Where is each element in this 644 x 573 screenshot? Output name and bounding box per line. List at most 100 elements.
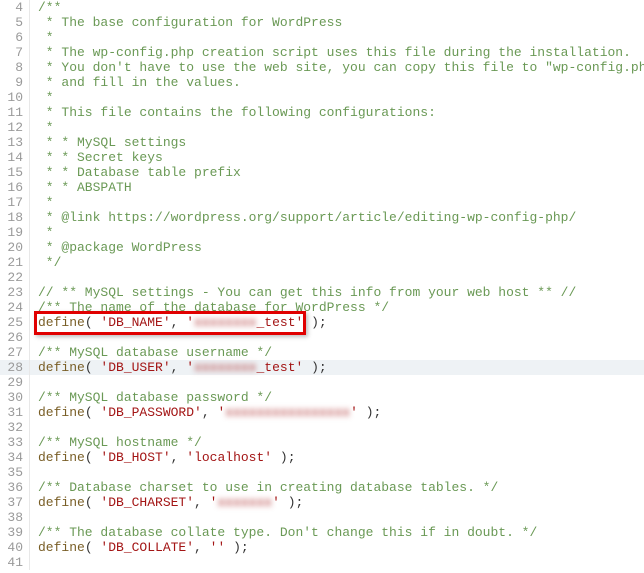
define-value-blurred: xxxxxxx xyxy=(217,495,272,510)
code-line[interactable]: 26 xyxy=(0,330,644,345)
define-keyword: define xyxy=(38,540,85,555)
code-line[interactable]: 36/** Database charset to use in creatin… xyxy=(0,480,644,495)
code-line[interactable]: 8 * You don't have to use the web site, … xyxy=(0,60,644,75)
code-line[interactable]: 16 * * ABSPATH xyxy=(0,180,644,195)
comment-text: * * Database table prefix xyxy=(38,165,241,180)
code-content: */ xyxy=(30,255,644,270)
define-value-blurred: xxxxxxxx xyxy=(194,315,256,330)
paren-close: ); xyxy=(280,495,303,510)
code-line[interactable]: 17 * xyxy=(0,195,644,210)
code-content: * and fill in the values. xyxy=(30,75,644,90)
code-content xyxy=(30,510,644,525)
line-number: 39 xyxy=(0,525,30,540)
comment-text: /** MySQL database username */ xyxy=(38,345,272,360)
code-content: * xyxy=(30,30,644,45)
define-value-blurred: xxxxxxxx xyxy=(194,360,256,375)
line-number: 12 xyxy=(0,120,30,135)
define-key: 'DB_HOST' xyxy=(100,450,170,465)
code-content: define( 'DB_USER', 'xxxxxxxx_test' ); xyxy=(30,360,644,375)
code-content: // ** MySQL settings - You can get this … xyxy=(30,285,644,300)
code-line[interactable]: 13 * * MySQL settings xyxy=(0,135,644,150)
code-line[interactable]: 34define( 'DB_HOST', 'localhost' ); xyxy=(0,450,644,465)
code-line[interactable]: 9 * and fill in the values. xyxy=(0,75,644,90)
code-content: * xyxy=(30,225,644,240)
line-number: 14 xyxy=(0,150,30,165)
code-line[interactable]: 28define( 'DB_USER', 'xxxxxxxx_test' ); xyxy=(0,360,644,375)
code-line[interactable]: 12 * xyxy=(0,120,644,135)
comment-text: * and fill in the values. xyxy=(38,75,241,90)
paren-close: ); xyxy=(225,540,248,555)
line-number: 22 xyxy=(0,270,30,285)
code-line[interactable]: 41 xyxy=(0,555,644,570)
code-line[interactable]: 38 xyxy=(0,510,644,525)
quote-close: ' xyxy=(264,450,272,465)
line-number: 37 xyxy=(0,495,30,510)
code-line[interactable]: 21 */ xyxy=(0,255,644,270)
code-line[interactable]: 10 * xyxy=(0,90,644,105)
code-line[interactable]: 29 xyxy=(0,375,644,390)
code-content xyxy=(30,465,644,480)
code-line[interactable]: 4/** xyxy=(0,0,644,15)
line-number: 10 xyxy=(0,90,30,105)
code-content xyxy=(30,375,644,390)
code-line[interactable]: 7 * The wp-config.php creation script us… xyxy=(0,45,644,60)
code-line[interactable]: 31define( 'DB_PASSWORD', 'xxxxxxxxxxxxxx… xyxy=(0,405,644,420)
comment-text: * xyxy=(38,30,54,45)
code-line[interactable]: 27/** MySQL database username */ xyxy=(0,345,644,360)
code-line[interactable]: 6 * xyxy=(0,30,644,45)
code-line[interactable]: 30/** MySQL database password */ xyxy=(0,390,644,405)
line-number: 23 xyxy=(0,285,30,300)
code-content: define( 'DB_CHARSET', 'xxxxxxx' ); xyxy=(30,495,644,510)
line-number: 29 xyxy=(0,375,30,390)
line-number: 5 xyxy=(0,15,30,30)
code-line[interactable]: 23// ** MySQL settings - You can get thi… xyxy=(0,285,644,300)
comma: , xyxy=(194,540,210,555)
line-number: 25 xyxy=(0,315,30,330)
code-line[interactable]: 15 * * Database table prefix xyxy=(0,165,644,180)
comment-text: * xyxy=(38,90,54,105)
line-number: 35 xyxy=(0,465,30,480)
code-line[interactable]: 39 /** The database collate type. Don't c… xyxy=(0,525,644,540)
comment-text: /** Database charset to use in creating … xyxy=(38,480,498,495)
line-number: 19 xyxy=(0,225,30,240)
code-line[interactable]: 33/** MySQL hostname */ xyxy=(0,435,644,450)
define-value: _test xyxy=(256,360,295,375)
define-key: 'DB_PASSWORD' xyxy=(100,405,201,420)
code-line[interactable]: 32 xyxy=(0,420,644,435)
code-line[interactable]: 24/** The name of the database for WordP… xyxy=(0,300,644,315)
code-line[interactable]: 18 * @link https://wordpress.org/support… xyxy=(0,210,644,225)
define-key: 'DB_COLLATE' xyxy=(100,540,194,555)
code-line[interactable]: 35 xyxy=(0,465,644,480)
code-line[interactable]: 40define( 'DB_COLLATE', '' ); xyxy=(0,540,644,555)
comma: , xyxy=(171,315,187,330)
paren-open: ( xyxy=(85,495,101,510)
code-line[interactable]: 19 * xyxy=(0,225,644,240)
code-line[interactable]: 14 * * Secret keys xyxy=(0,150,644,165)
code-line[interactable]: 11 * This file contains the following co… xyxy=(0,105,644,120)
comment-text: * xyxy=(38,225,54,240)
comment-text: /** MySQL database password */ xyxy=(38,390,272,405)
comma: , xyxy=(171,360,187,375)
comment-text: /** The database collate type. Don't cha… xyxy=(38,525,537,540)
line-number: 32 xyxy=(0,420,30,435)
paren-open: ( xyxy=(85,360,101,375)
code-line[interactable]: 22 xyxy=(0,270,644,285)
define-keyword: define xyxy=(38,495,85,510)
code-content: /** xyxy=(30,0,644,15)
code-content: /** The database collate type. Don't cha… xyxy=(30,525,644,540)
code-content: define( 'DB_PASSWORD', 'xxxxxxxxxxxxxxxx… xyxy=(30,405,644,420)
code-line[interactable]: 5 * The base configuration for WordPress xyxy=(0,15,644,30)
code-content: * * Secret keys xyxy=(30,150,644,165)
line-number: 21 xyxy=(0,255,30,270)
code-content: /** MySQL hostname */ xyxy=(30,435,644,450)
code-editor[interactable]: 4/**5 * The base configuration for WordP… xyxy=(0,0,644,570)
code-line[interactable]: 20 * @package WordPress xyxy=(0,240,644,255)
line-number: 8 xyxy=(0,60,30,75)
comment-text: * * ABSPATH xyxy=(38,180,132,195)
quote-close: ' xyxy=(350,405,358,420)
code-line[interactable]: 25define( 'DB_NAME', 'xxxxxxxx_test' ); xyxy=(0,315,644,330)
comment-text: * The base configuration for WordPress xyxy=(38,15,342,30)
code-content: * xyxy=(30,195,644,210)
code-line[interactable]: 37define( 'DB_CHARSET', 'xxxxxxx' ); xyxy=(0,495,644,510)
comment-text: /** The name of the database for WordPre… xyxy=(38,300,389,315)
